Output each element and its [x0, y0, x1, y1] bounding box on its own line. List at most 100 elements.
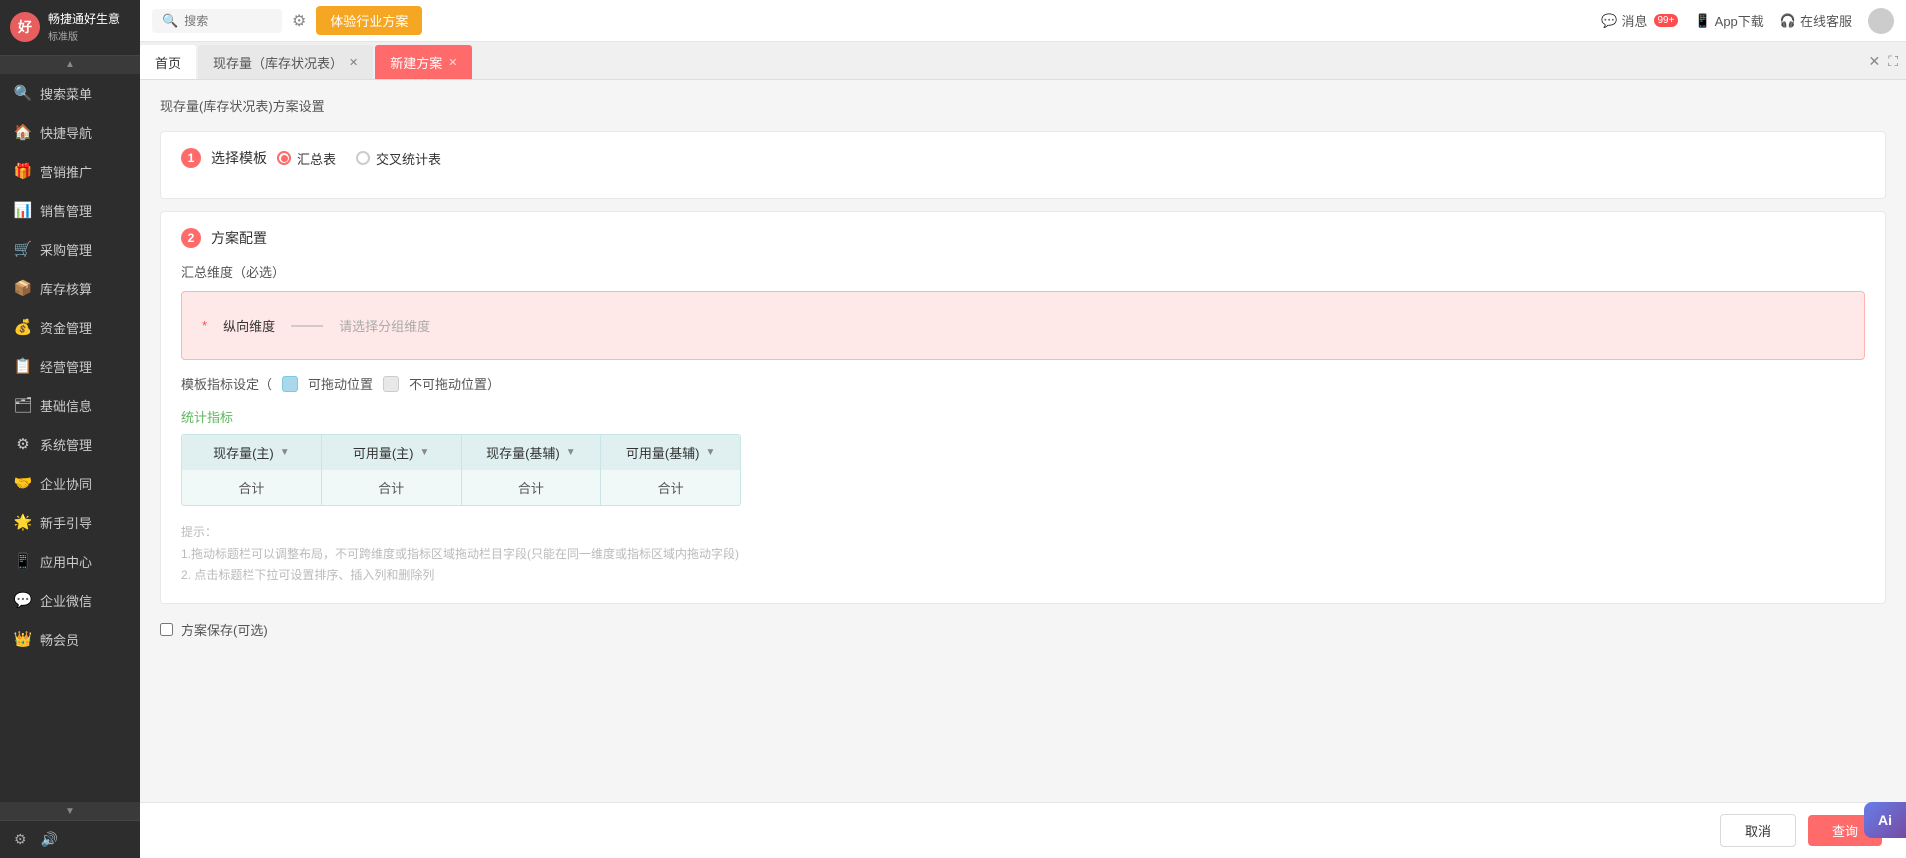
stats-table: 现存量(主) ▼ 可用量(主) ▼ 现存量(基辅) ▼ 可用量(基辅) ▼ — [181, 434, 741, 506]
section2-header: 2 方案配置 — [181, 228, 1865, 248]
cancel-button[interactable]: 取消 — [1720, 814, 1796, 847]
main-area: 🔍 ⚙ 体验行业方案 💬 消息 99+ 📱 App下载 🎧 在线客服 — [140, 0, 1906, 858]
col3-chevron-icon[interactable]: ▼ — [566, 447, 576, 458]
app-download-btn[interactable]: 📱 App下载 — [1694, 11, 1763, 30]
not-draggable-badge — [383, 376, 399, 392]
page-title: 现存量(库存状况表)方案设置 — [160, 96, 1886, 115]
online-service-icon: 🎧 — [1780, 13, 1796, 29]
tab-home[interactable]: 首页 — [140, 45, 196, 79]
settings-icon[interactable]: ⚙ — [14, 831, 27, 848]
stats-table-body: 合计 合计 合计 合计 — [182, 470, 740, 505]
user-avatar[interactable] — [1868, 8, 1894, 34]
sidebar-item-sales[interactable]: 📊 销售管理 — [0, 191, 140, 230]
topbar-search-box[interactable]: 🔍 — [152, 9, 282, 33]
inventory-icon: 📦 — [14, 279, 32, 297]
col4-chevron-icon[interactable]: ▼ — [706, 447, 716, 458]
sidebar-item-finance[interactable]: 💰 资金管理 — [0, 308, 140, 347]
stats-col-2[interactable]: 可用量(主) ▼ — [322, 435, 462, 470]
quick-nav-icon: 🏠 — [14, 123, 32, 141]
search-input[interactable] — [184, 14, 264, 28]
radio-cross-label: 交叉统计表 — [376, 149, 441, 168]
expand-window-btn[interactable]: ⛶ — [1888, 53, 1898, 70]
sidebar-item-member[interactable]: 👑 畅会员 — [0, 620, 140, 659]
tips-section: 提示： 1.拖动标题栏可以调整布局，不可跨维度或指标区域拖动栏目字段(只能在同一… — [181, 522, 1865, 587]
draggable-label: 可拖动位置 — [308, 374, 373, 393]
sidebar-item-label: 库存核算 — [40, 279, 92, 298]
sidebar-item-operations[interactable]: 📋 经营管理 — [0, 347, 140, 386]
sidebar-item-app-center[interactable]: 📱 应用中心 — [0, 542, 140, 581]
sidebar-item-system[interactable]: ⚙ 系统管理 — [0, 425, 140, 464]
sidebar-item-label: 搜索菜单 — [40, 84, 92, 103]
sidebar-item-label: 资金管理 — [40, 318, 92, 337]
close-window-btn[interactable]: ✕ — [1868, 53, 1880, 70]
tab-inventory-label: 现存量（库存状况表） — [213, 53, 343, 72]
tab-inventory-status[interactable]: 现存量（库存状况表） ✕ — [198, 45, 373, 79]
search-menu-icon: 🔍 — [14, 84, 32, 102]
sidebar-item-basics[interactable]: 🗂 基础信息 — [0, 386, 140, 425]
sidebar-item-newbie[interactable]: 🌟 新手引导 — [0, 503, 140, 542]
sound-icon[interactable]: 🔊 — [41, 831, 58, 848]
col4-label: 可用量(基辅) — [626, 443, 700, 462]
online-service-btn[interactable]: 🎧 在线客服 — [1780, 11, 1852, 30]
indicator-settings: 模板指标设定（ 可拖动位置 不可拖动位置） — [181, 374, 1865, 393]
member-icon: 👑 — [14, 630, 32, 648]
section1-number: 1 — [181, 148, 201, 168]
sidebar-item-label: 销售管理 — [40, 201, 92, 220]
sidebar-item-label: 采购管理 — [40, 240, 92, 259]
message-icon: 💬 — [1601, 13, 1617, 29]
sidebar-item-search-menu[interactable]: 🔍 搜索菜单 — [0, 74, 140, 113]
message-btn[interactable]: 💬 消息 99+ — [1601, 11, 1678, 30]
sidebar-scroll-down[interactable]: ▼ — [0, 802, 140, 820]
col1-chevron-icon[interactable]: ▼ — [280, 447, 290, 458]
sidebar-item-enterprise[interactable]: 🤝 企业协同 — [0, 464, 140, 503]
logo-icon: 好 — [10, 12, 40, 42]
marketing-icon: 🎁 — [14, 162, 32, 180]
tab-close-icon[interactable]: ✕ — [349, 56, 358, 69]
trial-btn[interactable]: 体验行业方案 — [316, 6, 422, 35]
sidebar-item-label: 企业协同 — [40, 474, 92, 493]
sidebar-item-wechat[interactable]: 💬 企业微信 — [0, 581, 140, 620]
radio-summary[interactable]: 汇总表 — [277, 149, 336, 168]
sidebar-item-label: 新手引导 — [40, 513, 92, 532]
ai-float-button[interactable]: Ai — [1864, 802, 1906, 838]
sidebar-item-inventory[interactable]: 📦 库存核算 — [0, 269, 140, 308]
indicator-settings-label: 模板指标设定（ — [181, 374, 272, 393]
app-center-icon: 📱 — [14, 552, 32, 570]
sidebar-item-marketing[interactable]: 🎁 营销推广 — [0, 152, 140, 191]
save-option-label: 方案保存(可选) — [181, 620, 268, 639]
col2-label: 可用量(主) — [353, 443, 414, 462]
dimension-box[interactable]: * 纵向维度 —— 请选择分组维度 — [181, 291, 1865, 360]
tab-home-label: 首页 — [155, 53, 181, 72]
tips-item-2: 2. 点击标题栏下拉可设置排序、插入列和删除列 — [181, 568, 434, 582]
sidebar-item-label: 企业微信 — [40, 591, 92, 610]
sidebar-item-label: 营销推广 — [40, 162, 92, 181]
content-area: 现存量(库存状况表)方案设置 1 选择模板 汇总表 交叉统计表 — [140, 80, 1906, 802]
stats-cell-3: 合计 — [462, 470, 602, 505]
app-logo: 好 畅捷通好生意 标准版 — [0, 0, 140, 56]
dimension-label: 汇总维度（必选） — [181, 262, 1865, 281]
app-edition: 标准版 — [48, 28, 120, 43]
sidebar-item-label: 应用中心 — [40, 552, 92, 571]
sidebar-item-purchase[interactable]: 🛒 采购管理 — [0, 230, 140, 269]
stats-col-4[interactable]: 可用量(基辅) ▼ — [601, 435, 740, 470]
stats-col-1[interactable]: 现存量(主) ▼ — [182, 435, 322, 470]
sidebar-scroll-up[interactable]: ▲ — [0, 56, 140, 74]
tab-close-active-icon[interactable]: ✕ — [448, 56, 457, 69]
radio-cross[interactable]: 交叉统计表 — [356, 149, 441, 168]
col2-chevron-icon[interactable]: ▼ — [420, 447, 430, 458]
topbar-settings-icon[interactable]: ⚙ — [292, 11, 306, 31]
stats-col-3[interactable]: 现存量(基辅) ▼ — [462, 435, 602, 470]
sidebar: 好 畅捷通好生意 标准版 ▲ 🔍 搜索菜单 🏠 快捷导航 🎁 营销推广 📊 销售… — [0, 0, 140, 858]
sidebar-item-label: 畅会员 — [40, 630, 79, 649]
stats-cell-2: 合计 — [322, 470, 462, 505]
app-download-icon: 📱 — [1694, 13, 1710, 29]
message-label: 消息 — [1621, 11, 1647, 30]
sidebar-nav: 🔍 搜索菜单 🏠 快捷导航 🎁 营销推广 📊 销售管理 🛒 采购管理 📦 库存核… — [0, 74, 140, 802]
message-badge: 99+ — [1654, 14, 1679, 27]
sidebar-item-quick-nav[interactable]: 🏠 快捷导航 — [0, 113, 140, 152]
newbie-icon: 🌟 — [14, 513, 32, 531]
section1-title: 选择模板 — [211, 148, 267, 168]
tab-new-scheme[interactable]: 新建方案 ✕ — [375, 45, 472, 79]
save-checkbox[interactable] — [160, 623, 173, 636]
sidebar-item-label: 系统管理 — [40, 435, 92, 454]
